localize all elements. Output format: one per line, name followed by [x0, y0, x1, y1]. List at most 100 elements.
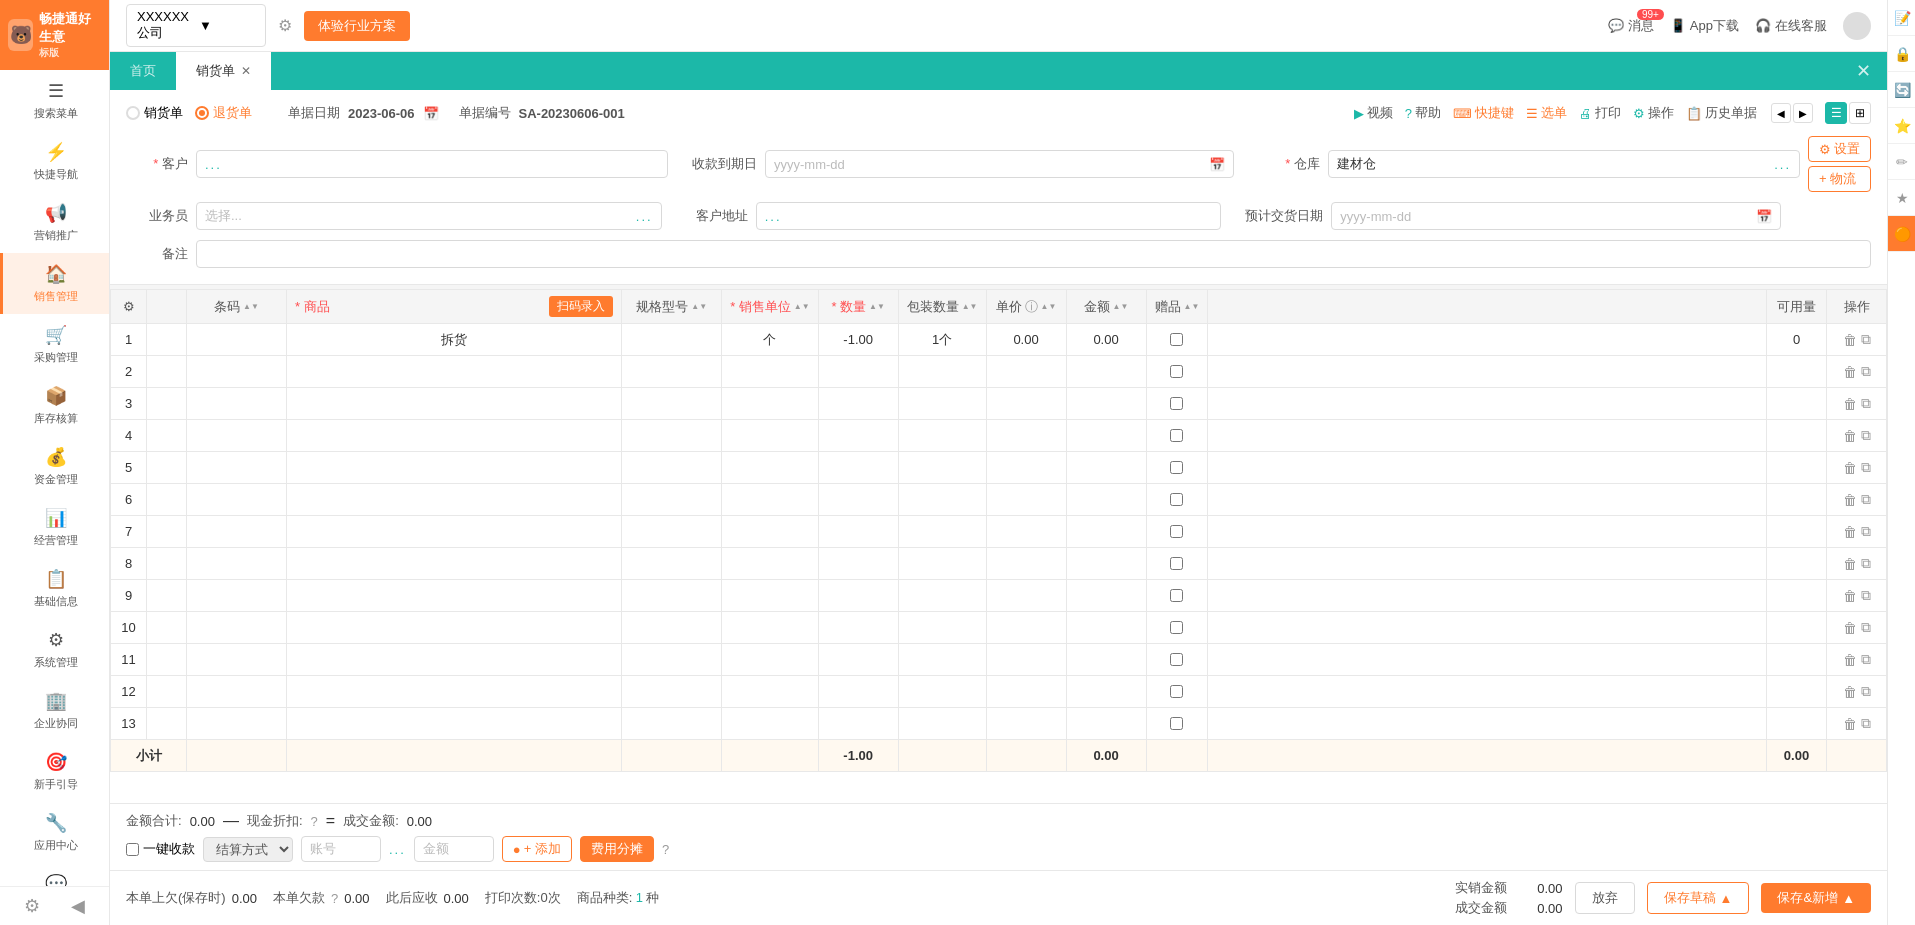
experience-btn[interactable]: 体验行业方案: [304, 11, 410, 41]
sidebar-item-quick-nav[interactable]: ⚡快捷导航: [0, 131, 109, 192]
row1-gift-checkbox[interactable]: [1170, 333, 1183, 346]
row1-unit[interactable]: 个: [722, 324, 819, 356]
right-panel-refresh[interactable]: 🔄: [1888, 72, 1915, 108]
scan-btn[interactable]: 扫码录入: [549, 296, 613, 317]
logistics-btn[interactable]: + 物流: [1808, 166, 1871, 192]
settlement-select[interactable]: 结算方式: [203, 837, 293, 862]
total-owe-question-icon[interactable]: ?: [331, 891, 338, 906]
row1-gift[interactable]: [1146, 324, 1208, 356]
sidebar-item-enterprise[interactable]: 🏢企业协同: [0, 680, 109, 741]
sidebar-item-basic[interactable]: 📋基础信息: [0, 558, 109, 619]
row1-product[interactable]: 拆货: [287, 324, 622, 356]
row1-pkg-qty[interactable]: 1个: [898, 324, 986, 356]
row1-price[interactable]: 0.00: [986, 324, 1066, 356]
salesperson-input[interactable]: 选择... ...: [196, 202, 662, 230]
row1-spec[interactable]: [622, 324, 722, 356]
row1-barcode[interactable]: [187, 324, 287, 356]
customer-input[interactable]: ...: [196, 150, 668, 178]
th-gear[interactable]: ⚙: [111, 290, 147, 324]
delete-icon[interactable]: 🗑: [1843, 620, 1857, 636]
right-panel-lock[interactable]: 🔒: [1888, 36, 1915, 72]
right-panel-orange[interactable]: 🟠: [1888, 216, 1915, 252]
row1-qty[interactable]: -1.00: [818, 324, 898, 356]
copy-icon[interactable]: ⧉: [1861, 523, 1871, 540]
row1-delete-icon[interactable]: 🗑: [1843, 332, 1857, 348]
copy-icon[interactable]: ⧉: [1861, 683, 1871, 700]
action-shortcut[interactable]: ⌨ 快捷键: [1453, 104, 1514, 122]
radio-return[interactable]: 退货单: [195, 104, 252, 122]
app-download-item[interactable]: 📱 App下载: [1670, 17, 1739, 35]
copy-icon[interactable]: ⧉: [1861, 427, 1871, 444]
view-grid[interactable]: ⊞: [1849, 102, 1871, 124]
copy-icon[interactable]: ⧉: [1861, 651, 1871, 668]
action-help[interactable]: ? 帮助: [1405, 104, 1441, 122]
delete-icon[interactable]: 🗑: [1843, 492, 1857, 508]
copy-icon[interactable]: ⧉: [1861, 459, 1871, 476]
abandon-btn[interactable]: 放弃: [1575, 882, 1635, 914]
remarks-input[interactable]: [196, 240, 1871, 268]
row1-amount[interactable]: 0.00: [1066, 324, 1146, 356]
right-panel-note[interactable]: 📝: [1888, 0, 1915, 36]
tab-sales-order[interactable]: 销货单 ✕: [176, 52, 271, 90]
right-panel-star[interactable]: ⭐: [1888, 108, 1915, 144]
delivery-date-input[interactable]: yyyy-mm-dd 📅: [1331, 202, 1781, 230]
settings-btn[interactable]: ⚙ 设置: [1808, 136, 1871, 162]
view-list[interactable]: ☰: [1825, 102, 1847, 124]
save-new-btn[interactable]: 保存&新增 ▲: [1761, 883, 1871, 913]
fee-btn[interactable]: 费用分摊: [580, 836, 654, 862]
due-date-input[interactable]: yyyy-mm-dd 📅: [765, 150, 1234, 178]
tab-close-icon[interactable]: ✕: [241, 64, 251, 78]
sidebar-item-marketing[interactable]: 📢营销推广: [0, 192, 109, 253]
delete-icon[interactable]: 🗑: [1843, 460, 1857, 476]
delete-icon[interactable]: 🗑: [1843, 428, 1857, 444]
amount-input[interactable]: 金额: [414, 836, 494, 862]
nav-next[interactable]: ▶: [1793, 103, 1813, 123]
delete-icon[interactable]: 🗑: [1843, 556, 1857, 572]
copy-icon[interactable]: ⧉: [1861, 555, 1871, 572]
settings-gear-icon[interactable]: ⚙: [278, 16, 292, 35]
copy-icon[interactable]: ⧉: [1861, 587, 1871, 604]
one-key-pay-item[interactable]: 一键收款: [126, 840, 195, 858]
sidebar-item-finance[interactable]: 💰资金管理: [0, 436, 109, 497]
account-input[interactable]: 账号: [301, 836, 381, 862]
date-calendar-icon[interactable]: 📅: [423, 106, 439, 121]
message-item[interactable]: 💬 消息 99+: [1608, 17, 1654, 35]
avatar[interactable]: [1843, 12, 1871, 40]
settings-bottom-icon[interactable]: ⚙: [24, 895, 40, 917]
sidebar-item-search[interactable]: ☰搜索菜单: [0, 70, 109, 131]
delete-icon[interactable]: 🗑: [1843, 684, 1857, 700]
due-date-calendar-icon[interactable]: 📅: [1209, 157, 1225, 172]
delete-icon[interactable]: 🗑: [1843, 716, 1857, 732]
sidebar-item-operation[interactable]: 📊经营管理: [0, 497, 109, 558]
delete-icon[interactable]: 🗑: [1843, 588, 1857, 604]
add-btn[interactable]: ● + 添加: [502, 836, 572, 862]
sidebar-item-inventory[interactable]: 📦库存核算: [0, 375, 109, 436]
delivery-calendar-icon[interactable]: 📅: [1756, 209, 1772, 224]
one-key-pay-checkbox[interactable]: [126, 843, 139, 856]
tabbar-close-btn[interactable]: ✕: [1840, 60, 1887, 82]
copy-icon[interactable]: ⧉: [1861, 395, 1871, 412]
sidebar-item-guide[interactable]: 🎯新手引导: [0, 741, 109, 802]
company-select[interactable]: XXXXXX公司 ▼: [126, 4, 266, 47]
row1-copy-icon[interactable]: ⧉: [1861, 331, 1871, 348]
collapse-icon[interactable]: ◀: [71, 895, 85, 917]
right-panel-fav[interactable]: ★: [1888, 180, 1915, 216]
draft-btn[interactable]: 保存草稿 ▲: [1647, 882, 1750, 914]
right-panel-edit[interactable]: ✏: [1888, 144, 1915, 180]
sidebar-item-system[interactable]: ⚙系统管理: [0, 619, 109, 680]
sidebar-item-purchase[interactable]: 🛒采购管理: [0, 314, 109, 375]
copy-icon[interactable]: ⧉: [1861, 619, 1871, 636]
action-video[interactable]: ▶ 视频: [1354, 104, 1393, 122]
action-select[interactable]: ☰ 选单: [1526, 104, 1567, 122]
fee-help-icon[interactable]: ?: [662, 842, 669, 857]
delete-icon[interactable]: 🗑: [1843, 396, 1857, 412]
warehouse-input[interactable]: 建材仓 ...: [1328, 150, 1800, 178]
tab-home[interactable]: 首页: [110, 52, 176, 90]
copy-icon[interactable]: ⧉: [1861, 715, 1871, 732]
account-dots[interactable]: ...: [389, 842, 406, 857]
delete-icon[interactable]: 🗑: [1843, 364, 1857, 380]
action-history[interactable]: 📋 历史单据: [1686, 104, 1757, 122]
action-print[interactable]: 🖨 打印: [1579, 104, 1621, 122]
sidebar-item-appCenter[interactable]: 🔧应用中心: [0, 802, 109, 863]
address-input[interactable]: ...: [756, 202, 1222, 230]
